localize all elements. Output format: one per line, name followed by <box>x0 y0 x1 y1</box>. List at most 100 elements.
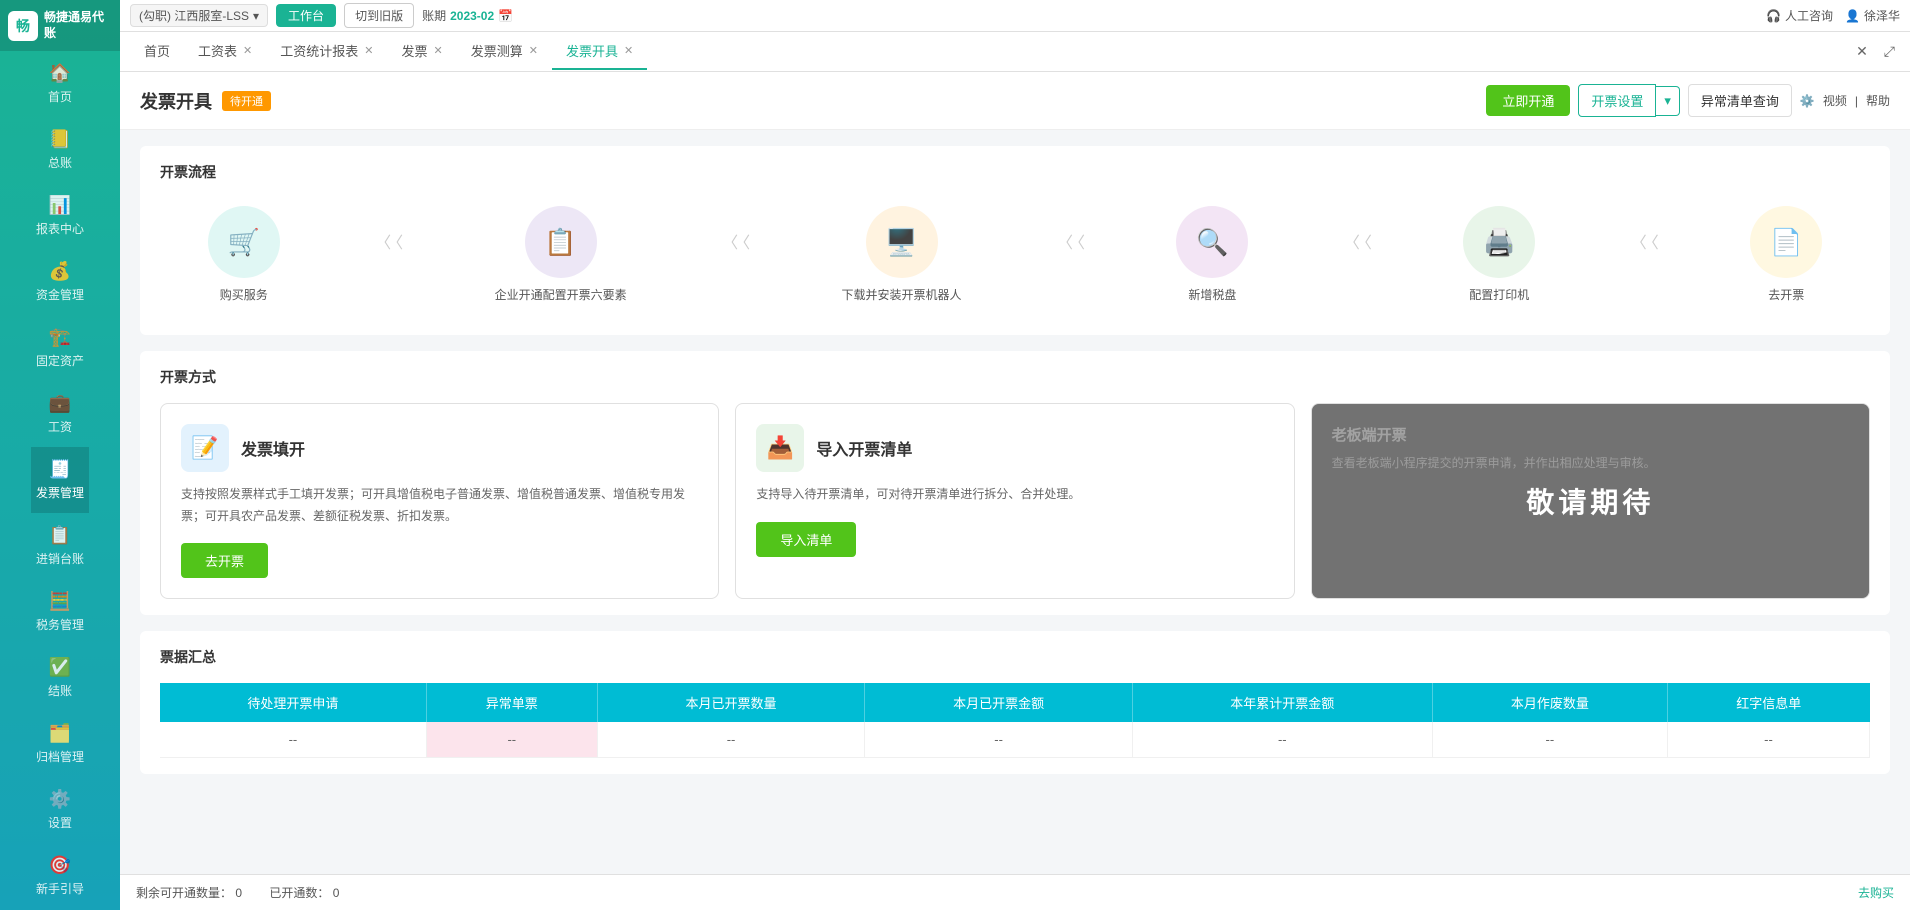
sidebar-item-salary[interactable]: 💼 工资 <box>31 381 89 447</box>
flow-step-label-config-printer: 配置打印机 <box>1469 286 1529 303</box>
billing-flow-title: 开票流程 <box>160 162 1870 182</box>
manual-card-title: 发票填开 <box>241 436 305 460</box>
flow-arrow-4: 〈〈 <box>1631 229 1655 253</box>
restore-tab-button[interactable]: ⤢ <box>1879 41 1900 62</box>
chevron-down-icon: ▾ <box>253 9 259 23</box>
customer-service-label: 人工咨询 <box>1785 7 1833 24</box>
sidebar-item-settlement[interactable]: ✅ 结账 <box>31 645 89 711</box>
header-actions: 立即开通 开票设置 ▾ 异常清单查询 ⚙️ 视频 | 帮助 <box>1486 84 1890 117</box>
company-label: (勾职) 江西服室-LSS <box>139 7 249 24</box>
import-card-icon: 📥 <box>756 424 804 472</box>
salary-icon: 💼 <box>49 393 71 414</box>
old-terminal-card: 老板端开票 查看老板端小程序提交的开票申请，并作出相应处理与审核。 敬请期待 <box>1311 403 1870 599</box>
workspace-button[interactable]: 工作台 <box>276 4 336 27</box>
tab-label-home: 首页 <box>144 41 170 60</box>
close-tab-button[interactable]: ✕ <box>1851 41 1873 62</box>
calendar-icon: 📅 <box>498 9 513 23</box>
flow-arrow-3: 〈〈 <box>1344 229 1368 253</box>
tab-salary[interactable]: 工资表✕ <box>184 33 266 70</box>
tab-close-invoice-tool[interactable]: ✕ <box>624 44 633 57</box>
flow-step-icon-download-robot: 🖥️ <box>866 206 938 278</box>
tab-salary-report[interactable]: 工资统计报表✕ <box>266 33 387 70</box>
headset-icon: 🎧 <box>1766 9 1781 23</box>
summary-cell-2: -- <box>597 722 865 758</box>
period-selector[interactable]: 账期 2023-02 📅 <box>422 7 513 24</box>
main-content: 发票开具 待开通 立即开通 开票设置 ▾ 异常清单查询 ⚙️ 视频 | 帮助 开… <box>120 72 1910 910</box>
manual-billing-card: 📝 发票填开 支持按照发票样式手工填开发票；可开具增值税电子普通发票、增值税普通… <box>160 403 719 599</box>
summary-cell-4: -- <box>1132 722 1432 758</box>
flow-step-enterprise-setup[interactable]: 📋 企业开通配置开票六要素 <box>495 206 627 303</box>
settings-icon: ⚙️ <box>49 789 71 810</box>
opened-value: 0 <box>333 886 340 900</box>
flow-step-buy-service[interactable]: 🛒 购买服务 <box>208 206 280 303</box>
summary-col-异常单票: 异常单票 <box>426 683 597 722</box>
flow-step-icon-start-billing: 📄 <box>1750 206 1822 278</box>
settings-button[interactable]: 开票设置 <box>1578 84 1656 117</box>
sidebar-item-reports[interactable]: 📊 报表中心 <box>31 183 89 249</box>
billing-flow-section: 开票流程 🛒 购买服务 〈〈 📋 企业开通配置开票六要素 〈〈 🖥️ 下载并安装… <box>140 146 1890 335</box>
view-label: 视频 <box>1823 92 1847 109</box>
home-icon: 🏠 <box>49 63 71 84</box>
flow-steps: 🛒 购买服务 〈〈 📋 企业开通配置开票六要素 〈〈 🖥️ 下载并安装开票机器人… <box>160 198 1870 319</box>
flow-arrow-2: 〈〈 <box>1057 229 1081 253</box>
import-card-header: 📥 导入开票清单 <box>756 424 1273 472</box>
sidebar-item-archive[interactable]: 🗂️ 归档管理 <box>31 711 89 777</box>
sidebar-item-guide[interactable]: 🎯 新手引导 <box>31 843 89 909</box>
tab-close-invoice-calc[interactable]: ✕ <box>529 44 538 57</box>
archive-icon: 🗂️ <box>49 723 71 744</box>
billing-methods-grid: 📝 发票填开 支持按照发票样式手工填开发票；可开具增值税电子普通发票、增值税普通… <box>160 403 1870 599</box>
immediate-open-button[interactable]: 立即开通 <box>1486 85 1570 116</box>
summary-col-本月已开票数量: 本月已开票数量 <box>597 683 865 722</box>
bottom-stats: 剩余可开通数量： 0 已开通数： 0 <box>136 884 339 901</box>
summary-cell-1: -- <box>426 722 597 758</box>
flow-step-label-download-robot: 下载并安装开票机器人 <box>842 286 962 303</box>
sidebar-item-ledger[interactable]: 📒 总账 <box>31 117 89 183</box>
logo-icon: 畅 <box>8 11 38 41</box>
tab-home[interactable]: 首页 <box>130 33 184 70</box>
tab-close-invoice[interactable]: ✕ <box>434 44 443 57</box>
tab-close-salary-report[interactable]: ✕ <box>364 44 373 57</box>
import-billing-button[interactable]: 导入清单 <box>756 522 856 557</box>
goto-purchase-link[interactable]: 去购买 <box>1858 884 1894 901</box>
flow-step-config-printer[interactable]: 🖨️ 配置打印机 <box>1463 206 1535 303</box>
manual-billing-button[interactable]: 去开票 <box>181 543 268 578</box>
sidebar-item-home[interactable]: 🏠 首页 <box>31 51 89 117</box>
customer-service-button[interactable]: 🎧 人工咨询 <box>1766 7 1833 24</box>
manual-card-desc: 支持按照发票样式手工填开发票；可开具增值税电子普通发票、增值税普通发票、增值税专… <box>181 484 698 527</box>
topbar-left: (勾职) 江西服室-LSS ▾ 工作台 切到旧版 账期 2023-02 📅 <box>130 3 513 28</box>
tab-label-invoice: 发票 <box>401 41 427 60</box>
status-badge: 待开通 <box>222 91 271 111</box>
sidebar-logo[interactable]: 畅 畅捷通易代账 <box>0 0 120 51</box>
tab-invoice[interactable]: 发票 ✕ <box>387 33 456 70</box>
summary-col-本月作废数量: 本月作废数量 <box>1432 683 1667 722</box>
import-billing-card: 📥 导入开票清单 支持导入待开票清单，可对待开票清单进行拆分、合并处理。 导入清… <box>735 403 1294 599</box>
flow-step-add-taxdisk[interactable]: 🔍 新增税盘 <box>1176 206 1248 303</box>
period-value: 2023-02 <box>450 9 494 23</box>
tab-label-invoice-tool: 发票开具 <box>566 41 618 60</box>
tab-invoice-calc[interactable]: 发票测算✕ <box>457 33 552 70</box>
user-profile-button[interactable]: 👤 徐泽华 <box>1845 7 1900 24</box>
sidebar-item-tax[interactable]: 🧮 税务管理 <box>31 579 89 645</box>
sidebar-item-settings[interactable]: ⚙️ 设置 <box>31 777 89 843</box>
flow-step-download-robot[interactable]: 🖥️ 下载并安装开票机器人 <box>842 206 962 303</box>
abnormal-query-button[interactable]: 异常清单查询 <box>1688 84 1792 117</box>
company-selector[interactable]: (勾职) 江西服室-LSS ▾ <box>130 4 268 27</box>
tab-close-salary[interactable]: ✕ <box>243 44 252 57</box>
sidebar-item-assets[interactable]: 🏗️ 固定资产 <box>31 315 89 381</box>
user-name: 徐泽华 <box>1864 7 1900 24</box>
sidebar-item-funds[interactable]: 💰 资金管理 <box>31 249 89 315</box>
topbar-right: 🎧 人工咨询 👤 徐泽华 <box>1766 7 1900 24</box>
tab-invoice-tool[interactable]: 发票开具 ✕ <box>552 33 647 70</box>
sidebar-item-invoice-mgmt[interactable]: 🧾 发票管理 <box>31 447 89 513</box>
sidebar-label-guide: 新手引导 <box>36 880 84 897</box>
help-label: 帮助 <box>1866 92 1890 109</box>
old-version-button[interactable]: 切到旧版 <box>344 3 414 28</box>
summary-cell-6: -- <box>1668 722 1870 758</box>
summary-cell-0: -- <box>160 722 426 758</box>
settings-dropdown-button[interactable]: ▾ <box>1656 86 1680 116</box>
sidebar-item-purchase-sale[interactable]: 📋 进销台账 <box>31 513 89 579</box>
billing-methods-title: 开票方式 <box>160 367 1870 387</box>
flow-step-start-billing[interactable]: 📄 去开票 <box>1750 206 1822 303</box>
flow-step-label-start-billing: 去开票 <box>1768 286 1804 303</box>
opened-label: 已开通数： <box>269 886 329 900</box>
